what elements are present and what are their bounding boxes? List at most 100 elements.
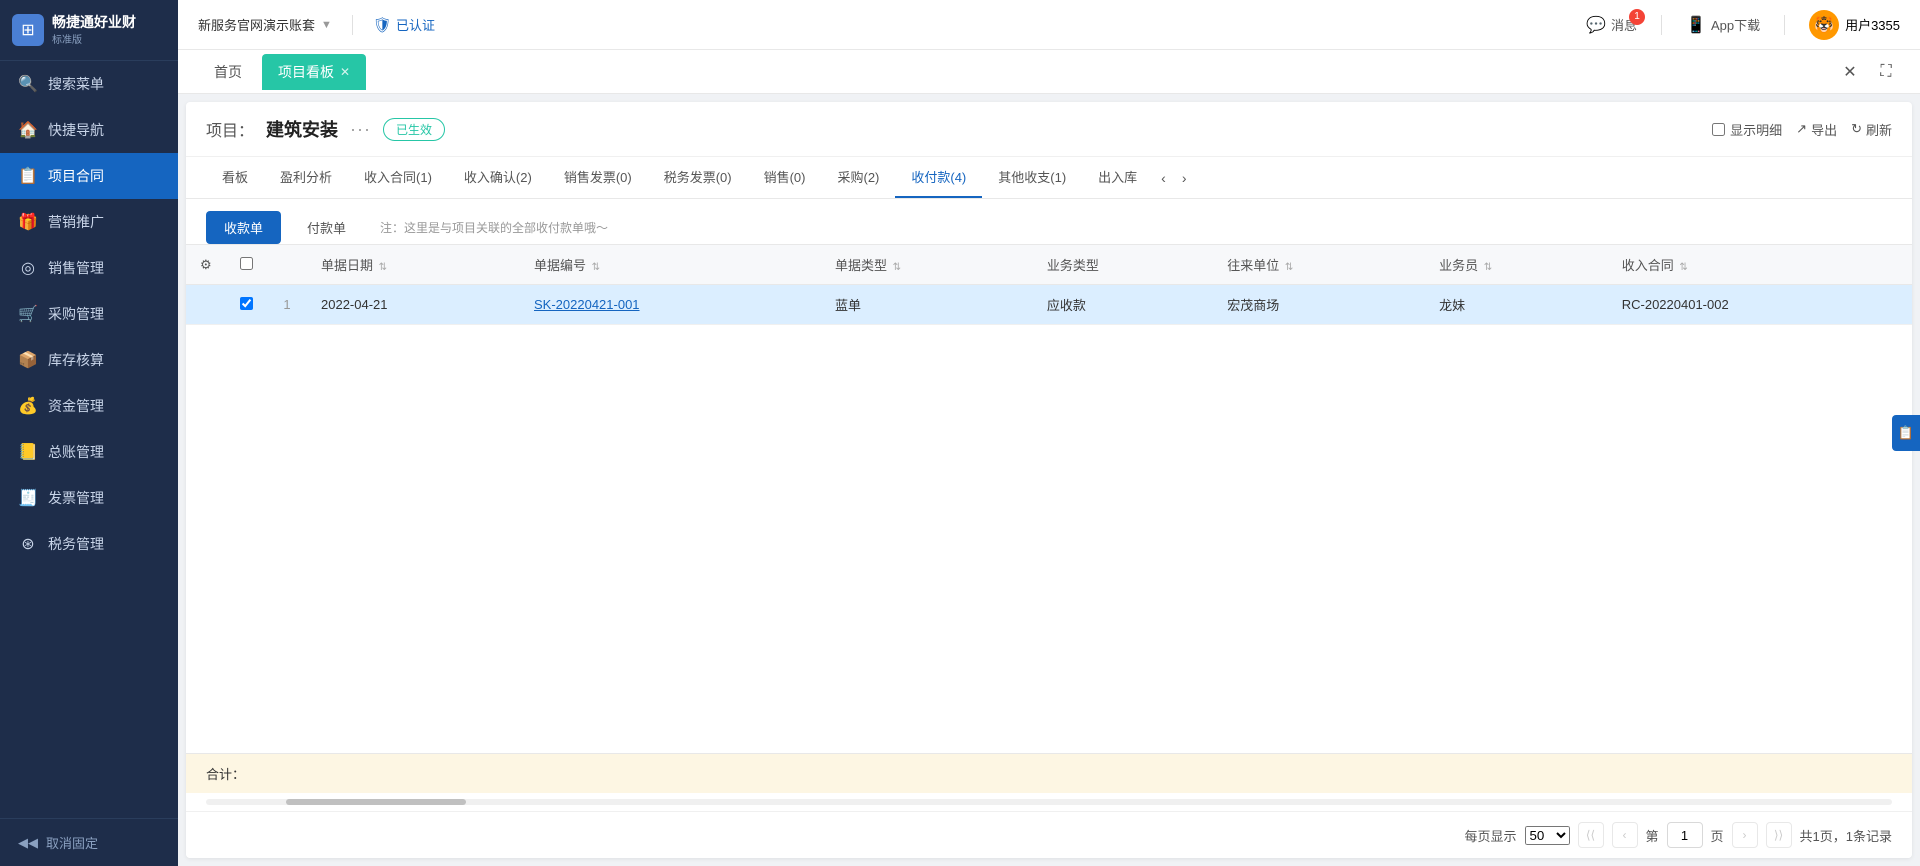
sidebar-unpin-button[interactable]: ◀◀ 取消固定 [0, 818, 178, 866]
th-partner[interactable]: 往来单位 ⇅ [1213, 245, 1425, 285]
th-settings[interactable]: ⚙ [186, 245, 226, 285]
subtab-profit[interactable]: 盈利分析 [264, 157, 348, 198]
cell-income-contract: RC-20220401-002 [1608, 285, 1912, 325]
user-menu[interactable]: 🐯 用户3355 [1809, 10, 1900, 40]
prev-page-button[interactable]: ‹ [1612, 822, 1638, 848]
subtab-income-confirm[interactable]: 收入确认(2) [448, 157, 548, 198]
sidebar-item-label: 总账管理 [48, 442, 104, 462]
th-income-contract[interactable]: 收入合同 ⇅ [1608, 245, 1912, 285]
message-button[interactable]: 💬 消息 1 [1586, 15, 1637, 35]
scrollbar-thumb[interactable] [286, 799, 466, 805]
table-container: ⚙ 单据日期 ⇅ 单据编号 ⇅ 单据类型 ⇅ 业务类型 往来单位 ⇅ 业务员 ⇅… [186, 244, 1912, 753]
page-input[interactable] [1667, 822, 1703, 848]
doc-tab-receipt[interactable]: 收款单 [206, 211, 281, 244]
topbar-right: 💬 消息 1 📱 App下载 🐯 用户3355 [1586, 10, 1900, 40]
subtab-purchase[interactable]: 采购(2) [821, 157, 895, 198]
capital-icon: 💰 [18, 396, 38, 416]
project-more-button[interactable]: ··· [350, 119, 371, 140]
subtab-sales-invoice[interactable]: 销售发票(0) [548, 157, 648, 198]
sidebar-item-shortcut[interactable]: 🏠 快捷导航 [0, 107, 178, 153]
message-icon: 💬 [1586, 15, 1606, 35]
row-checkbox[interactable] [240, 297, 253, 310]
sidebar-item-marketing[interactable]: 🎁 营销推广 [0, 199, 178, 245]
app-download-label: App下载 [1711, 15, 1760, 34]
subtab-receipt[interactable]: 收付款(4) [895, 157, 982, 198]
tab-close-icon[interactable]: ✕ [340, 65, 350, 79]
doc-number-link[interactable]: SK-20220421-001 [534, 297, 640, 312]
last-page-button[interactable]: ⟩⟩ [1766, 822, 1792, 848]
data-table: ⚙ 单据日期 ⇅ 单据编号 ⇅ 单据类型 ⇅ 业务类型 往来单位 ⇅ 业务员 ⇅… [186, 244, 1912, 325]
subtab-inout[interactable]: 出入库 [1082, 157, 1153, 198]
project-name: 建筑安装 [266, 116, 338, 142]
show-detail-input[interactable] [1712, 123, 1725, 136]
table-row[interactable]: 1 2022-04-21 SK-20220421-001 蓝单 应收款 宏茂商场… [186, 285, 1912, 325]
subtab-next-arrow[interactable]: › [1174, 160, 1195, 196]
sidebar-item-inventory[interactable]: 📦 库存核算 [0, 337, 178, 383]
certified-text: 已认证 [396, 15, 435, 34]
topbar-divider-3 [1784, 15, 1785, 35]
project-prefix: 项目： [206, 117, 254, 141]
content-area: 项目： 建筑安装 ··· 已生效 显示明细 ↗ 导出 ↻ 刷新 [186, 102, 1912, 858]
tax-icon: ⊛ [18, 534, 38, 554]
subtab-income-contract[interactable]: 收入合同(1) [348, 157, 448, 198]
next-page-button[interactable]: › [1732, 822, 1758, 848]
topbar-divider-1 [352, 15, 353, 35]
subtab-tax-invoice[interactable]: 税务发票(0) [648, 157, 748, 198]
sidebar-item-tax[interactable]: ⊛ 税务管理 [0, 521, 178, 567]
th-date[interactable]: 单据日期 ⇅ [307, 245, 520, 285]
tab-home-label: 首页 [214, 62, 242, 82]
tab-project-board-label: 项目看板 [278, 62, 334, 82]
project-actions: 显示明细 ↗ 导出 ↻ 刷新 [1712, 120, 1892, 139]
refresh-button[interactable]: ↻ 刷新 [1851, 120, 1892, 139]
maximize-window-button[interactable]: ⛶ [1872, 58, 1900, 86]
chevron-down-icon: ▼ [321, 19, 332, 31]
th-salesperson[interactable]: 业务员 ⇅ [1425, 245, 1608, 285]
sidebar-item-capital[interactable]: 💰 资金管理 [0, 383, 178, 429]
tabbar-right: ✕ ⛶ [1836, 58, 1900, 86]
th-checkbox[interactable] [226, 245, 267, 285]
first-page-button[interactable]: ⟨⟨ [1578, 822, 1604, 848]
page-suffix: 页 [1711, 826, 1724, 845]
sidebar-item-purchase[interactable]: 🛒 采购管理 [0, 291, 178, 337]
sort-icon-salesperson: ⇅ [1484, 262, 1492, 273]
sidebar-item-search[interactable]: 🔍 搜索菜单 [0, 61, 178, 107]
sidebar-item-ledger[interactable]: 📒 总账管理 [0, 429, 178, 475]
sort-icon-income-contract: ⇅ [1679, 262, 1687, 273]
sort-icon-partner: ⇅ [1285, 262, 1293, 273]
account-selector[interactable]: 新服务官网演示账套 ▼ [198, 15, 332, 34]
cell-biz-type: 应收款 [1033, 285, 1213, 325]
show-detail-checkbox[interactable]: 显示明细 [1712, 120, 1782, 139]
show-detail-label: 显示明细 [1730, 120, 1782, 139]
sidebar-item-label: 资金管理 [48, 396, 104, 416]
sidebar-item-project[interactable]: 📋 项目合同 [0, 153, 178, 199]
cell-checkbox[interactable] [226, 285, 267, 325]
sidebar-item-invoice[interactable]: 🧾 发票管理 [0, 475, 178, 521]
per-page-select[interactable]: 50 10 20 100 [1525, 826, 1570, 845]
quick-panel-button[interactable]: 📋 [1892, 415, 1920, 451]
per-page-label: 每页显示 [1464, 826, 1516, 845]
subtab-prev-arrow[interactable]: ‹ [1153, 160, 1174, 196]
app-download-button[interactable]: 📱 App下载 [1686, 15, 1760, 35]
th-type[interactable]: 单据类型 ⇅ [821, 245, 1033, 285]
sidebar-item-sales[interactable]: ◎ 销售管理 [0, 245, 178, 291]
close-window-button[interactable]: ✕ [1836, 58, 1864, 86]
scrollbar-track[interactable] [206, 799, 1892, 805]
subtab-kanban[interactable]: 看板 [206, 157, 264, 198]
cell-type: 蓝单 [821, 285, 1033, 325]
subtab-sales[interactable]: 销售(0) [748, 157, 822, 198]
doc-tab-payment[interactable]: 付款单 [289, 211, 364, 244]
tab-home[interactable]: 首页 [198, 54, 258, 90]
table-header-row: ⚙ 单据日期 ⇅ 单据编号 ⇅ 单据类型 ⇅ 业务类型 往来单位 ⇅ 业务员 ⇅… [186, 245, 1912, 285]
project-status-badge: 已生效 [383, 118, 445, 141]
export-button[interactable]: ↗ 导出 [1796, 120, 1837, 139]
subtab-other-income[interactable]: 其他收支(1) [982, 157, 1082, 198]
th-num [267, 245, 307, 285]
th-number[interactable]: 单据编号 ⇅ [520, 245, 821, 285]
cell-number: SK-20220421-001 [520, 285, 821, 325]
logo-text-block: 畅捷通好业财 标准版 [52, 14, 136, 46]
table-body: 1 2022-04-21 SK-20220421-001 蓝单 应收款 宏茂商场… [186, 285, 1912, 325]
project-header: 项目： 建筑安装 ··· 已生效 显示明细 ↗ 导出 ↻ 刷新 [186, 102, 1912, 157]
tab-project-board[interactable]: 项目看板 ✕ [262, 54, 366, 90]
select-all-checkbox[interactable] [240, 257, 253, 270]
avatar: 🐯 [1809, 10, 1839, 40]
